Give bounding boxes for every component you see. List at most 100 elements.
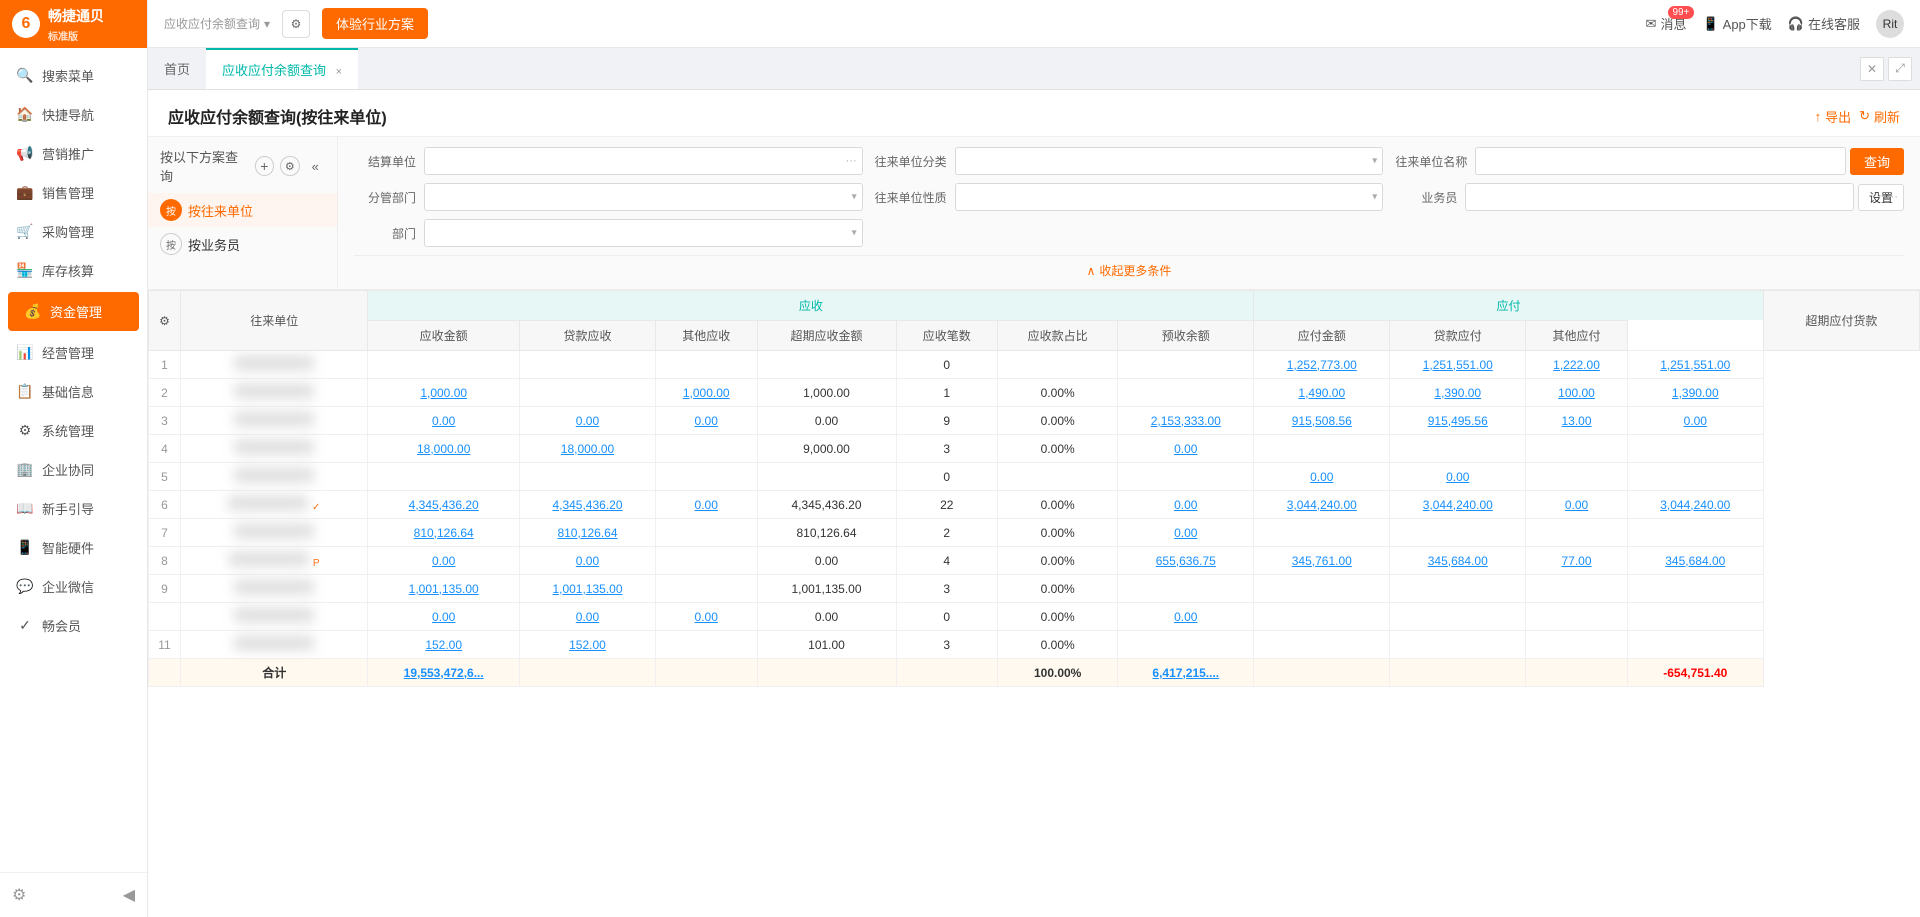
messages-btn[interactable]: ✉ 消息 99+ xyxy=(1646,14,1687,33)
cell-link[interactable]: 77.00 xyxy=(1562,554,1592,568)
cell-link[interactable]: 18,000.00 xyxy=(561,442,614,456)
partner-nature-input[interactable] xyxy=(955,183,1384,211)
scheme-item-by-salesperson[interactable]: 按 按业务员 xyxy=(148,227,337,261)
sidebar-item-quick-nav[interactable]: 🏠 快捷导航 xyxy=(0,95,147,134)
cell-link[interactable]: 2,153,333.00 xyxy=(1151,414,1221,428)
cell-link[interactable]: 0.00 xyxy=(1684,414,1707,428)
cell-link[interactable]: 345,684.00 xyxy=(1665,554,1725,568)
online-service-btn[interactable]: 🎧 在线客服 xyxy=(1788,14,1860,33)
cell-link[interactable]: 18,000.00 xyxy=(417,442,470,456)
sidebar-item-system[interactable]: ⚙ 系统管理 xyxy=(0,411,147,450)
cell-link[interactable]: 0.00 xyxy=(1310,470,1333,484)
sidebar-item-purchase[interactable]: 🛒 采购管理 xyxy=(0,212,147,251)
cell-link[interactable]: 0.00 xyxy=(576,610,599,624)
cell-link[interactable]: 655,636.75 xyxy=(1156,554,1216,568)
cell-link[interactable]: 13.00 xyxy=(1562,414,1592,428)
sidebar-item-search-menu[interactable]: 🔍 搜索菜单 xyxy=(0,56,147,95)
settlement-input[interactable] xyxy=(424,147,863,175)
sidebar-item-basic-info[interactable]: 📋 基础信息 xyxy=(0,372,147,411)
cell-link[interactable]: 3,044,240.00 xyxy=(1287,498,1357,512)
cell-link[interactable]: 915,495.56 xyxy=(1428,414,1488,428)
cell-link[interactable]: 1,000.00 xyxy=(420,386,467,400)
cell-link[interactable]: 915,508.56 xyxy=(1292,414,1352,428)
cell-link[interactable]: 1,001,135.00 xyxy=(409,582,479,596)
cell-link[interactable]: 0.00 xyxy=(576,414,599,428)
tab-query-label: 应收应付余额查询 xyxy=(222,63,326,78)
cell-link[interactable]: 0.00 xyxy=(1174,498,1197,512)
partner-name-input[interactable] xyxy=(1475,147,1846,175)
cell-link[interactable]: 3,044,240.00 xyxy=(1423,498,1493,512)
cell-link[interactable]: 0.00 xyxy=(432,610,455,624)
cell-link[interactable]: 0.00 xyxy=(695,610,718,624)
cell-link[interactable]: 4,345,436.20 xyxy=(552,498,622,512)
salesperson-input[interactable] xyxy=(1465,183,1854,211)
tab-receivable-query[interactable]: 应收应付余额查询 × xyxy=(206,48,358,89)
cell-link[interactable]: 1,222.00 xyxy=(1553,358,1600,372)
cell-link[interactable]: 1,390.00 xyxy=(1672,386,1719,400)
export-btn[interactable]: ↑ 导出 xyxy=(1815,107,1852,126)
cell-link[interactable]: 1,252,773.00 xyxy=(1287,358,1357,372)
query-button[interactable]: 查询 xyxy=(1850,148,1904,175)
division-input[interactable] xyxy=(424,183,863,211)
tab-close-icon[interactable]: × xyxy=(336,66,342,78)
settlement-input-wrap: ··· xyxy=(424,147,863,175)
cell-link[interactable]: 100.00 xyxy=(1558,386,1595,400)
download-icon: 📱 xyxy=(1702,16,1718,32)
partner-category-input[interactable] xyxy=(955,147,1384,175)
cell-link[interactable]: 1,000.00 xyxy=(683,386,730,400)
cell-link[interactable]: 0.00 xyxy=(1565,498,1588,512)
cell-link[interactable]: 1,001,135.00 xyxy=(552,582,622,596)
user-avatar[interactable]: Rit xyxy=(1876,10,1904,38)
topbar-gear-btn[interactable]: ⚙ xyxy=(282,10,310,38)
tab-home[interactable]: 首页 xyxy=(148,49,206,88)
trial-button[interactable]: 体验行业方案 xyxy=(322,8,428,39)
tab-fullscreen-btn[interactable]: ⤢ xyxy=(1888,57,1912,81)
cell-link[interactable]: 1,490.00 xyxy=(1298,386,1345,400)
cell-link[interactable]: 345,761.00 xyxy=(1292,554,1352,568)
tab-close-window-btn[interactable]: ✕ xyxy=(1860,57,1884,81)
cell-link[interactable]: 0.00 xyxy=(432,554,455,568)
sidebar-item-guide[interactable]: 📖 新手引导 xyxy=(0,489,147,528)
scheme-add-btn[interactable]: + xyxy=(255,156,275,176)
cell-link[interactable]: 810,126.64 xyxy=(557,526,617,540)
cell-link[interactable]: 0.00 xyxy=(1174,442,1197,456)
sidebar-item-vip[interactable]: ✓ 畅会员 xyxy=(0,606,147,645)
app-download-btn[interactable]: 📱 App下载 xyxy=(1702,14,1771,33)
cell-link[interactable]: 0.00 xyxy=(432,414,455,428)
sidebar-item-wechat[interactable]: 💬 企业微信 xyxy=(0,567,147,606)
sidebar-item-operations[interactable]: 📊 经营管理 xyxy=(0,333,147,372)
filter-collapse-btn[interactable]: ∧ 收起更多条件 xyxy=(354,255,1904,279)
cell-link[interactable]: 0.00 xyxy=(695,498,718,512)
sidebar-item-enterprise[interactable]: 🏢 企业协同 xyxy=(0,450,147,489)
cell-link[interactable]: 1,390.00 xyxy=(1434,386,1481,400)
cell-link[interactable]: 345,684.00 xyxy=(1428,554,1488,568)
cell-link[interactable]: 0.00 xyxy=(1174,610,1197,624)
sidebar-collapse-btn[interactable]: ◀ xyxy=(123,885,135,905)
sidebar-item-marketing[interactable]: 📢 营销推广 xyxy=(0,134,147,173)
sidebar-item-sales[interactable]: 💼 销售管理 xyxy=(0,173,147,212)
cell-link[interactable]: 0.00 xyxy=(576,554,599,568)
scheme-settings-btn[interactable]: ⚙ xyxy=(280,156,300,176)
cell-link[interactable]: 152.00 xyxy=(569,638,606,652)
scheme-collapse-btn[interactable]: « xyxy=(306,156,325,176)
refresh-icon: ↻ xyxy=(1859,108,1870,124)
user-text: Rit xyxy=(1883,17,1898,31)
cell-link[interactable]: 0.00 xyxy=(695,414,718,428)
scheme-item-by-partner[interactable]: 按 按往来单位 xyxy=(148,193,337,227)
refresh-btn[interactable]: ↻ 刷新 xyxy=(1859,107,1900,126)
sidebar-item-inventory[interactable]: 🏪 库存核算 xyxy=(0,251,147,290)
cell-link[interactable]: 152.00 xyxy=(425,638,462,652)
partner-cell xyxy=(181,463,368,491)
cell-link[interactable]: 0.00 xyxy=(1446,470,1469,484)
sidebar-settings-btn[interactable]: ⚙ xyxy=(12,885,26,905)
sidebar-item-smart-hw[interactable]: 📱 智能硬件 xyxy=(0,528,147,567)
cell-link[interactable]: 4,345,436.20 xyxy=(409,498,479,512)
cell-link[interactable]: 3,044,240.00 xyxy=(1660,498,1730,512)
cell-link[interactable]: 0.00 xyxy=(1174,526,1197,540)
cell-link[interactable]: 1,251,551.00 xyxy=(1423,358,1493,372)
sidebar-item-finance[interactable]: 💰 资金管理 xyxy=(8,292,139,331)
cell-link[interactable]: 1,251,551.00 xyxy=(1660,358,1730,372)
department-input[interactable] xyxy=(424,219,863,247)
cell-link[interactable]: 810,126.64 xyxy=(414,526,474,540)
table-settings-icon[interactable]: ⚙ xyxy=(159,314,170,328)
